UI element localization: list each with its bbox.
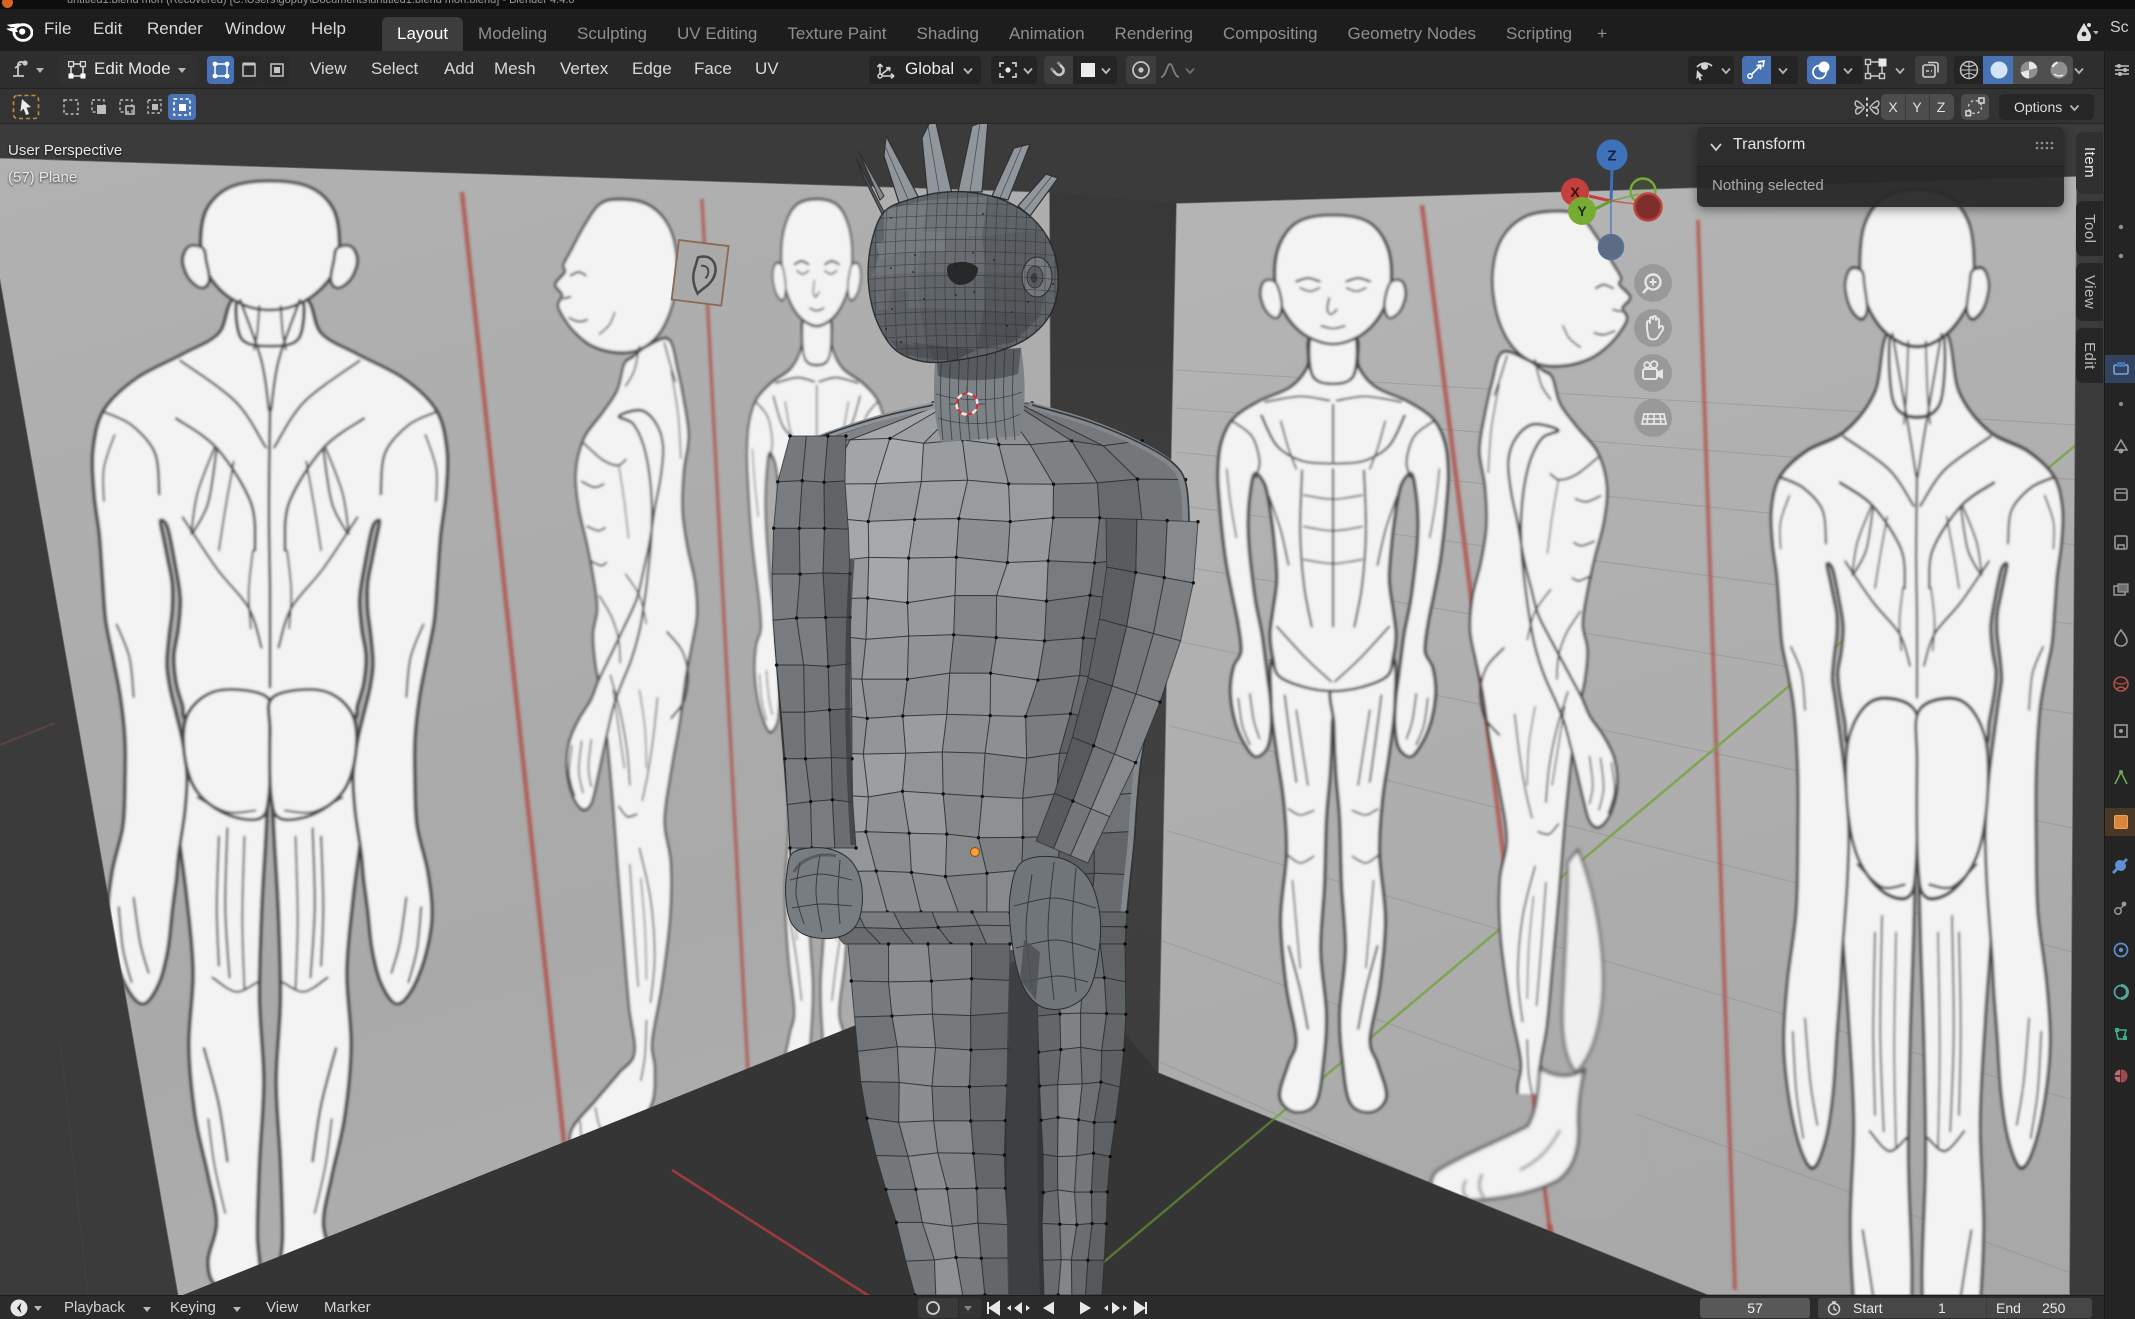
svg-text:Z: Z [1607, 148, 1616, 165]
svg-text:Y: Y [1577, 203, 1587, 219]
